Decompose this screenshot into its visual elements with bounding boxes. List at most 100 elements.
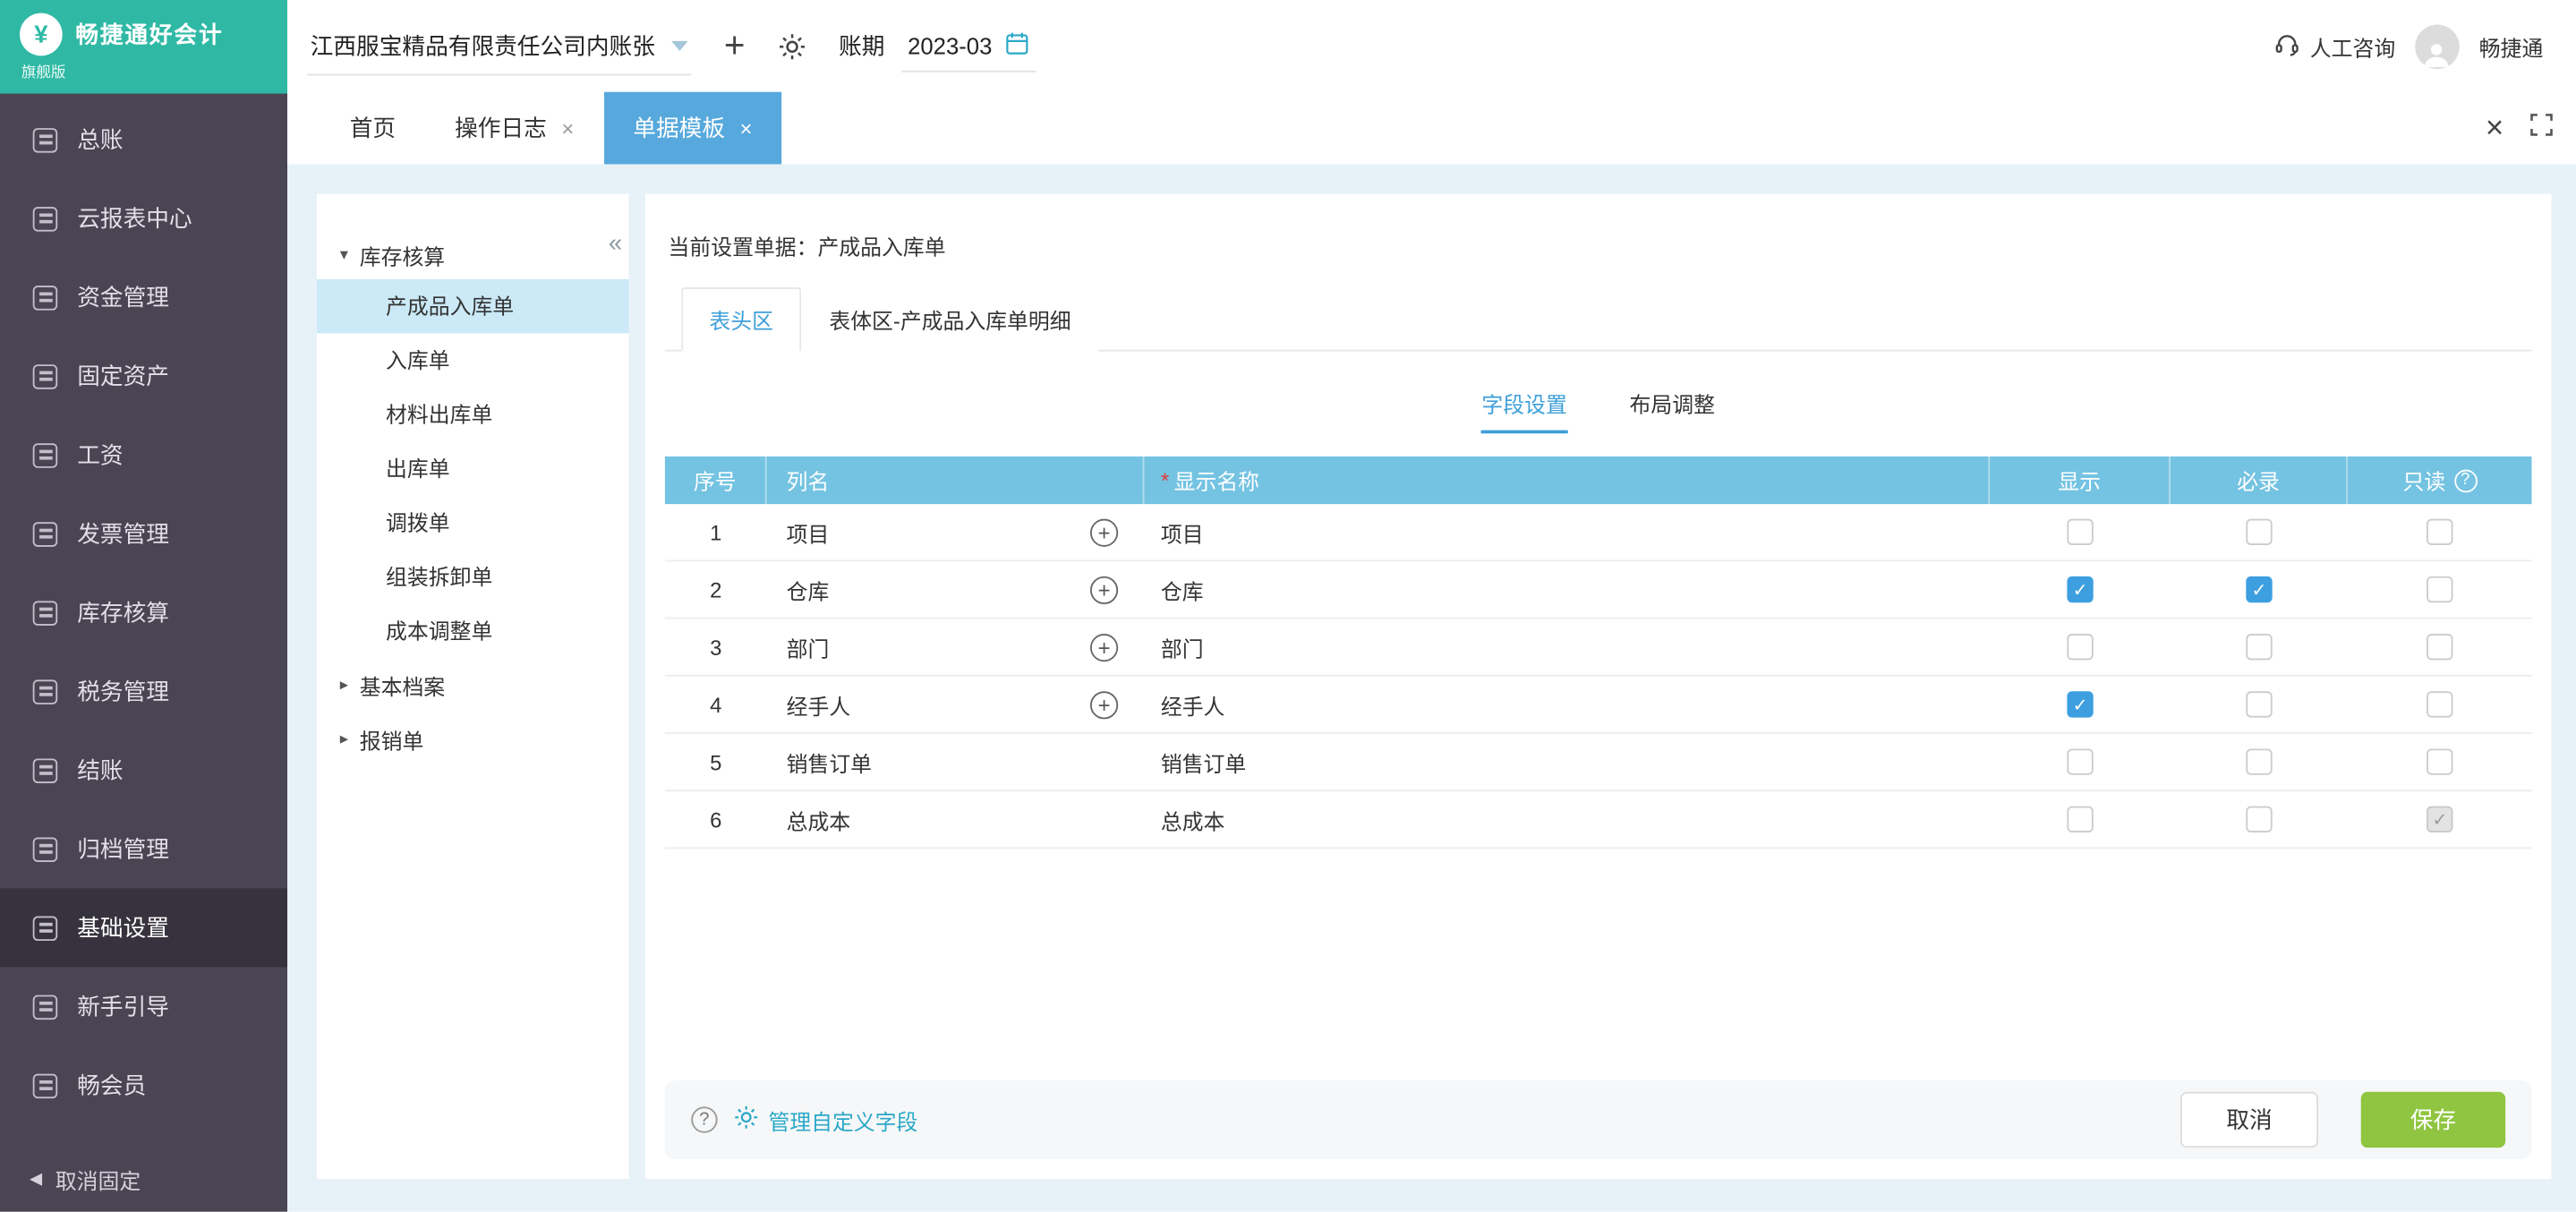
add-field-icon[interactable]: + [1089,517,1119,546]
sidebar: ¥ 畅捷通好会计 旗舰版 总账 云报表中心 资金管理 固定资产 工资 发票管理 [0,0,288,1212]
checkbox[interactable] [2246,748,2273,775]
settings-icon [32,915,58,941]
tax-icon [32,679,58,704]
tree-item-2[interactable]: 材料出库单 [317,388,629,442]
add-field-icon[interactable]: + [1089,690,1119,719]
headset-icon [2273,30,2299,62]
company-selector[interactable]: 江西服宝精品有限责任公司内账张 [307,17,692,75]
username[interactable]: 畅捷通 [2479,30,2544,62]
checkbox[interactable] [2427,634,2453,661]
tree-root-inventory[interactable]: ▾ 库存核算 [317,230,629,279]
sidebar-item-closing[interactable]: 结账 [0,730,287,809]
readonly-checkbox-cell [2348,634,2531,661]
sidebar-item-cloud-reports[interactable]: 云报表中心 [0,179,287,258]
add-field-icon[interactable]: + [1089,633,1119,661]
ledger-icon [32,127,58,152]
manage-custom-fields-link[interactable]: 管理自定义字段 [734,1105,917,1136]
save-button[interactable]: 保存 [2360,1091,2506,1148]
tab-close-icon[interactable]: × [740,115,753,141]
app-logo: ¥ 畅捷通好会计 旗舰版 [0,0,288,94]
tree-branch-0[interactable]: ▸ 基本档案 [317,659,629,713]
tree-item-3[interactable]: 出库单 [317,441,629,496]
fixed-asset-icon [32,363,58,388]
tab-home[interactable]: 首页 [320,92,425,165]
sidebar-item-invoices[interactable]: 发票管理 [0,494,287,573]
tab-bar: 首页 操作日志 × 单据模板 × × [287,91,2576,165]
fullscreen-icon[interactable] [2530,113,2554,144]
row-number: 4 [710,692,722,717]
tree-item-0[interactable]: 产成品入库单 [317,278,629,334]
checkbox[interactable] [2067,634,2094,661]
readonly-checkbox-cell: ✓ [2348,806,2531,832]
sidebar-item-beginner-guide[interactable]: 新手引导 [0,967,287,1046]
sidebar-item-funds[interactable]: 资金管理 [0,258,287,337]
support-button[interactable]: 人工咨询 [2273,30,2395,62]
tab-operation-log[interactable]: 操作日志 × [425,92,603,165]
tree-item-5[interactable]: 组装拆卸单 [317,550,629,604]
show-checkbox-cell: ✓ [1990,691,2171,718]
tab-bar-actions: × [2486,92,2553,165]
checkbox[interactable] [2067,806,2094,832]
sidebar-item-member[interactable]: 畅会员 [0,1046,287,1124]
gear-icon [734,1105,759,1134]
checkbox[interactable] [2427,748,2453,775]
top-bar: 江西服宝精品有限责任公司内账张 + 账期 2023-03 人工咨询 畅捷通 [287,0,2576,92]
doc-tab-0[interactable]: 表头区 [681,287,802,352]
tree-item-4[interactable]: 调拨单 [317,496,629,551]
checkbox[interactable] [2427,518,2453,545]
checkbox[interactable]: ✓ [2067,691,2094,718]
checkbox[interactable] [2246,806,2273,832]
sidebar-item-tax[interactable]: 税务管理 [0,652,287,730]
add-button[interactable]: + [724,27,746,64]
checkbox[interactable] [2246,691,2273,718]
help-icon[interactable]: ? [2453,468,2478,492]
company-name: 江西服宝精品有限责任公司内账张 [310,31,655,59]
readonly-checkbox-cell [2348,691,2531,718]
sidebar-item-label: 新手引导 [77,993,169,1020]
sidebar-item-basic-settings[interactable]: 基础设置 [0,888,288,968]
tree-item-1[interactable]: 入库单 [317,333,629,388]
payroll-icon [32,442,58,467]
avatar[interactable] [2415,23,2460,69]
checkbox[interactable] [2067,748,2094,775]
sidebar-item-label: 库存核算 [77,599,169,626]
checkbox[interactable]: ✓ [2067,576,2094,603]
close-icon[interactable]: × [2486,113,2503,144]
tab-close-icon[interactable]: × [561,115,574,141]
tab-label: 单据模板 [633,115,726,141]
sidebar-item-label: 畅会员 [77,1071,147,1099]
subtab-1[interactable]: 布局调整 [1630,388,1715,433]
brand-icon: ¥ [20,13,63,56]
tab-document-template[interactable]: 单据模板 × [603,91,782,165]
unpin-button[interactable]: ◀ 取消固定 [0,1146,287,1211]
checkbox[interactable]: ✓ [2427,806,2453,832]
doc-tab-1[interactable]: 表体区-产成品入库单明细 [801,287,1099,352]
tree-item-6[interactable]: 成本调整单 [317,604,629,659]
header-name: 列名 [767,456,1145,505]
sidebar-item-general-ledger[interactable]: 总账 [0,100,287,179]
tree-branch-1[interactable]: ▸ 报销单 [317,713,629,767]
tab-bar-tabs: 首页 操作日志 × 单据模板 × [320,91,782,165]
chevron-right-icon: ▸ [339,676,348,695]
sidebar-item-archive[interactable]: 归档管理 [0,809,287,888]
sidebar-item-payroll[interactable]: 工资 [0,415,287,494]
checkbox[interactable]: ✓ [2246,576,2273,603]
row-column-name: 经手人 + [767,688,1145,720]
tab-label: 操作日志 [455,115,547,141]
cancel-button[interactable]: 取消 [2179,1091,2319,1148]
sidebar-item-fixed-assets[interactable]: 固定资产 [0,337,287,415]
checkbox[interactable] [2427,691,2453,718]
period-field[interactable]: 2023-03 [900,21,1036,72]
main-area: « ▾ 库存核算 产成品入库单 入库单 材料出库单 出库单 调拨单 组装拆卸单 成本调整单 … [287,164,2576,1212]
unpin-icon: ◀ [30,1169,43,1189]
sidebar-item-inventory[interactable]: 库存核算 [0,573,287,652]
checkbox[interactable] [2246,634,2273,661]
checkbox[interactable] [2246,518,2273,545]
collapse-panel-icon[interactable]: « [609,230,622,258]
help-icon[interactable]: ? [691,1106,718,1133]
checkbox[interactable] [2067,518,2094,545]
checkbox[interactable] [2427,576,2453,603]
add-field-icon[interactable]: + [1089,575,1119,604]
subtab-0[interactable]: 字段设置 [1481,388,1567,434]
gear-icon[interactable] [778,32,806,60]
